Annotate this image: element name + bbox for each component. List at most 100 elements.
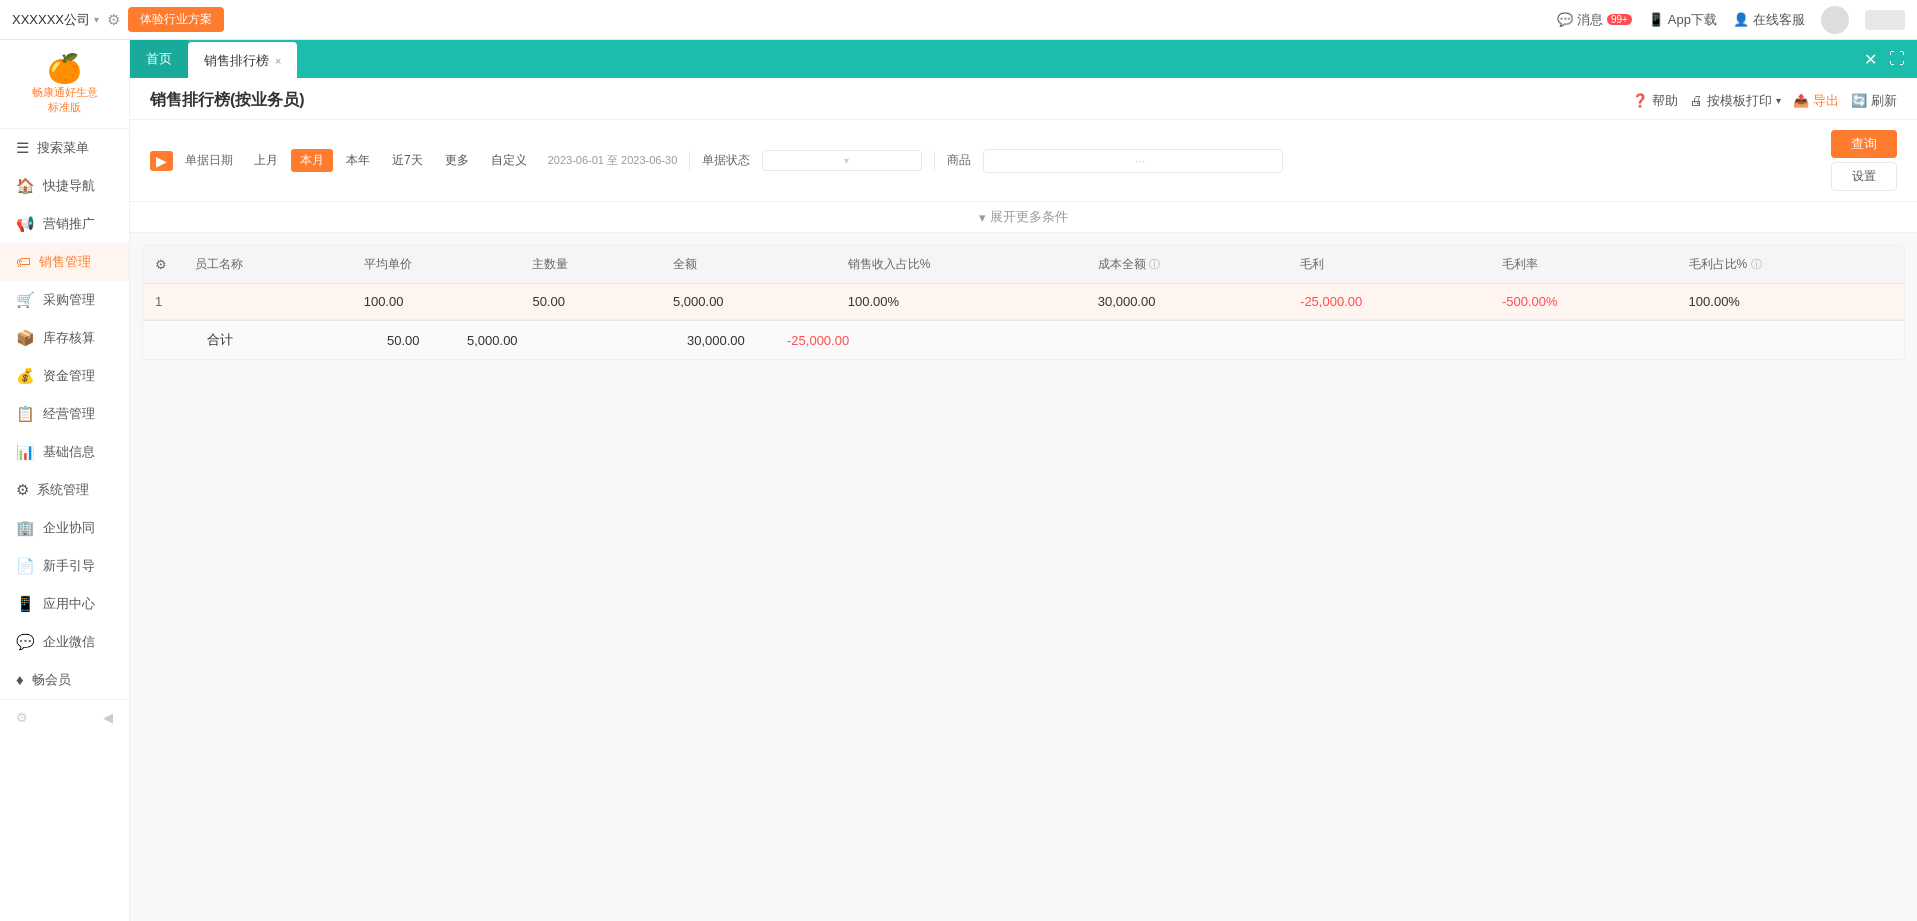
settings-button[interactable]: 设置 <box>1831 162 1897 191</box>
status-label: 单据状态 <box>702 152 750 169</box>
tab-bar: 首页 销售排行榜 × ✕ ⛶ <box>130 40 1917 78</box>
col-header-qty: 主数量 <box>520 246 661 284</box>
expand-chevron-icon: ▾ <box>979 210 986 225</box>
print-chevron: ▾ <box>1776 95 1781 106</box>
print-icon: 🖨 <box>1690 93 1703 108</box>
date-btn-more[interactable]: 更多 <box>436 149 478 172</box>
query-button[interactable]: 查询 <box>1831 130 1897 158</box>
date-btn-current-month[interactable]: 本月 <box>291 149 333 172</box>
cell-gross-rate: -500.00% <box>1490 284 1677 320</box>
sidebar-item-label: 应用中心 <box>43 595 95 613</box>
message-btn[interactable]: 💬 消息 99+ <box>1557 11 1632 29</box>
sidebar-item-purchase[interactable]: 🛒 采购管理 <box>0 281 129 319</box>
settings-icon[interactable]: ⚙ <box>107 11 120 29</box>
filter-separator-1 <box>689 151 690 171</box>
gross-pct-info-icon[interactable]: ⓘ <box>1751 258 1762 270</box>
refresh-label: 刷新 <box>1871 92 1897 110</box>
marketing-icon: 📢 <box>16 215 35 233</box>
col-header-gross: 毛利 <box>1288 246 1490 284</box>
status-select[interactable]: ▾ <box>762 150 922 171</box>
export-icon: 📤 <box>1793 93 1809 108</box>
home-icon: 🏠 <box>16 177 35 195</box>
sidebar-item-vip[interactable]: ♦ 畅会员 <box>0 661 129 699</box>
col-header-name: 员工名称 <box>183 246 352 284</box>
sidebar-item-label: 经营管理 <box>43 405 95 423</box>
goods-input[interactable]: ··· <box>983 149 1283 173</box>
sidebar-item-marketing[interactable]: 📢 营销推广 <box>0 205 129 243</box>
tab-close-icon[interactable]: × <box>275 55 281 67</box>
date-btn-7days[interactable]: 近7天 <box>383 149 432 172</box>
app-label: App下载 <box>1668 11 1717 29</box>
sidebar-item-ops[interactable]: 📋 经营管理 <box>0 395 129 433</box>
trial-button[interactable]: 体验行业方案 <box>128 7 224 32</box>
cell-amount: 5,000.00 <box>661 284 836 320</box>
sidebar-item-collab[interactable]: 🏢 企业协同 <box>0 509 129 547</box>
table-settings-icon[interactable]: ⚙ <box>155 257 167 272</box>
date-btn-year[interactable]: 本年 <box>337 149 379 172</box>
col-header-amount: 全额 <box>661 246 836 284</box>
search-menu-icon: ☰ <box>16 139 29 157</box>
inventory-icon: 📦 <box>16 329 35 347</box>
sidebar-gear-icon[interactable]: ⚙ <box>16 710 28 725</box>
sidebar-item-search[interactable]: ☰ 搜索菜单 <box>0 129 129 167</box>
date-btn-prev-month[interactable]: 上月 <box>245 149 287 172</box>
filter-collapse-icon[interactable]: ▶ <box>150 151 173 171</box>
ops-icon: 📋 <box>16 405 35 423</box>
app-download-btn[interactable]: 📱 App下载 <box>1648 11 1717 29</box>
company-selector[interactable]: XXXXXX公司 ▾ <box>12 11 99 29</box>
collab-icon: 🏢 <box>16 519 35 537</box>
sidebar-item-guide[interactable]: 📄 新手引导 <box>0 547 129 585</box>
sidebar-footer: ⚙ ◀ <box>0 699 129 735</box>
message-label: 消息 <box>1577 11 1603 29</box>
help-label: 帮助 <box>1652 92 1678 110</box>
sidebar-collapse-icon[interactable]: ◀ <box>103 710 113 725</box>
vip-icon: ♦ <box>16 671 24 688</box>
table-container: ⚙ 员工名称 平均单价 主数量 全额 销售收入占比% 成本全额 ⓘ 毛利 毛利率 <box>142 245 1905 360</box>
sidebar-item-label: 企业协同 <box>43 519 95 537</box>
print-button[interactable]: 🖨 按模板打印 ▾ <box>1690 92 1781 110</box>
col-header-gross-pct: 毛利占比% ⓘ <box>1677 246 1904 284</box>
cost-info-icon[interactable]: ⓘ <box>1149 258 1160 270</box>
sidebar-item-sales[interactable]: 🏷 销售管理 <box>0 243 129 281</box>
col-header-sales-pct: 销售收入占比% <box>836 246 1086 284</box>
help-button[interactable]: ❓ 帮助 <box>1632 92 1678 110</box>
sidebar-item-label: 快捷导航 <box>43 177 95 195</box>
content-area: 首页 销售排行榜 × ✕ ⛶ 销售排行榜(按业务员) ❓ 帮助 <box>130 40 1917 921</box>
print-label: 按模板打印 <box>1707 92 1772 110</box>
sidebar-item-apps[interactable]: 📱 应用中心 <box>0 585 129 623</box>
sidebar-item-weixin[interactable]: 💬 企业微信 <box>0 623 129 661</box>
sidebar-item-finance[interactable]: 💰 资金管理 <box>0 357 129 395</box>
message-badge: 99+ <box>1607 14 1632 25</box>
sidebar-item-label: 基础信息 <box>43 443 95 461</box>
sidebar-item-label: 营销推广 <box>43 215 95 233</box>
online-service-btn[interactable]: 👤 在线客服 <box>1733 11 1805 29</box>
sidebar-item-label: 系统管理 <box>37 481 89 499</box>
goods-label: 商品 <box>947 152 971 169</box>
tab-sales-ranking[interactable]: 销售排行榜 × <box>188 42 297 80</box>
date-btn-custom[interactable]: 自定义 <box>482 149 536 172</box>
date-range-display: 2023-06-01 至 2023-06-30 <box>548 153 678 168</box>
expand-conditions-button[interactable]: ▾ 展开更多条件 <box>979 208 1068 226</box>
col-header-settings[interactable]: ⚙ <box>143 246 183 284</box>
service-icon: 👤 <box>1733 12 1749 27</box>
footer-gross: -25,000.00 <box>775 333 875 348</box>
sidebar-item-basic[interactable]: 📊 基础信息 <box>0 433 129 471</box>
sidebar-item-system[interactable]: ⚙ 系统管理 <box>0 471 129 509</box>
tab-home[interactable]: 首页 <box>130 40 188 78</box>
data-table: ⚙ 员工名称 平均单价 主数量 全额 销售收入占比% 成本全额 ⓘ 毛利 毛利率 <box>143 246 1904 320</box>
col-header-avg-price: 平均单价 <box>352 246 521 284</box>
sidebar-item-inventory[interactable]: 📦 库存核算 <box>0 319 129 357</box>
avatar[interactable] <box>1821 6 1849 34</box>
table-row[interactable]: 1 100.00 50.00 5,000.00 100.00% 30,000.0… <box>143 284 1904 320</box>
tab-close-action[interactable]: ✕ <box>1864 50 1877 69</box>
cell-name <box>183 284 352 320</box>
expand-label: 展开更多条件 <box>990 208 1068 226</box>
service-label: 在线客服 <box>1753 11 1805 29</box>
export-button[interactable]: 📤 导出 <box>1793 92 1839 110</box>
refresh-button[interactable]: 🔄 刷新 <box>1851 92 1897 110</box>
sidebar-item-quicknav[interactable]: 🏠 快捷导航 <box>0 167 129 205</box>
page-header: 销售排行榜(按业务员) ❓ 帮助 🖨 按模板打印 ▾ 📤 导出 <box>130 78 1917 120</box>
tab-maximize-action[interactable]: ⛶ <box>1889 50 1905 69</box>
filter-bar: ▶ 单据日期 上月 本月 本年 近7天 更多 自定义 2023-06-01 至 … <box>130 120 1917 202</box>
system-icon: ⚙ <box>16 481 29 499</box>
